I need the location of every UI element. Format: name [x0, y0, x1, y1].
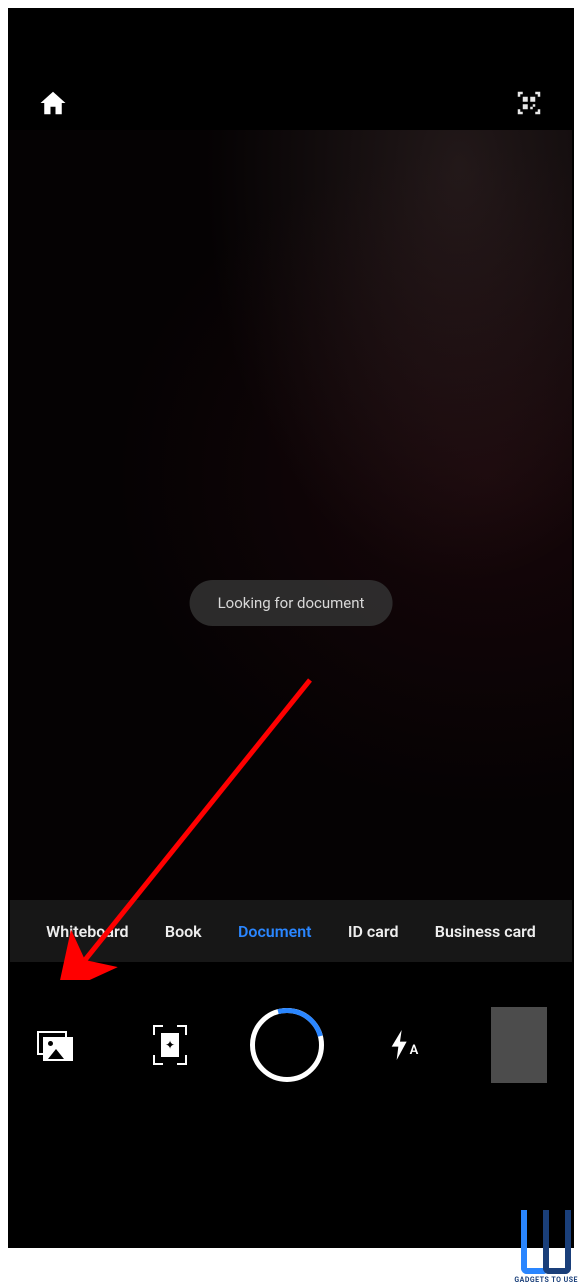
watermark-logo — [521, 1230, 571, 1274]
gallery-icon — [37, 1031, 73, 1059]
status-bar — [10, 10, 572, 54]
scan-status-pill: Looking for document — [190, 580, 393, 626]
auto-enhance-button[interactable]: ✦ — [135, 1005, 205, 1085]
phone-frame: Looking for document Whiteboard Book Doc… — [8, 8, 574, 1248]
phone-screen: Looking for document Whiteboard Book Doc… — [10, 10, 572, 1246]
home-icon — [38, 88, 68, 118]
bottom-controls: ✦ A — [10, 980, 572, 1110]
camera-viewfinder[interactable]: Looking for document — [10, 130, 572, 900]
flash-auto-icon: A — [390, 1030, 419, 1060]
mode-whiteboard[interactable]: Whiteboard — [46, 922, 128, 941]
mode-id-card[interactable]: ID card — [348, 922, 399, 941]
top-toolbar — [10, 80, 572, 130]
capture-button[interactable] — [250, 1008, 324, 1082]
qr-scan-icon — [514, 88, 544, 118]
mode-business-card[interactable]: Business card — [435, 922, 536, 941]
watermark: GADGETS TO USE — [514, 1230, 578, 1284]
gallery-button[interactable] — [20, 1005, 90, 1085]
mode-document[interactable]: Document — [238, 922, 312, 941]
preview-thumbnail — [491, 1007, 547, 1083]
last-capture-preview[interactable] — [484, 1005, 554, 1085]
mode-book[interactable]: Book — [165, 922, 202, 941]
watermark-text: GADGETS TO USE — [514, 1276, 578, 1284]
qr-scan-button[interactable] — [514, 88, 544, 122]
flash-button[interactable]: A — [369, 1005, 439, 1085]
flash-mode-label: A — [410, 1043, 419, 1058]
mode-selector: Whiteboard Book Document ID card Busines… — [10, 900, 572, 962]
scan-status-text: Looking for document — [218, 594, 365, 612]
home-button[interactable] — [38, 88, 68, 122]
auto-enhance-icon: ✦ — [153, 1025, 187, 1065]
